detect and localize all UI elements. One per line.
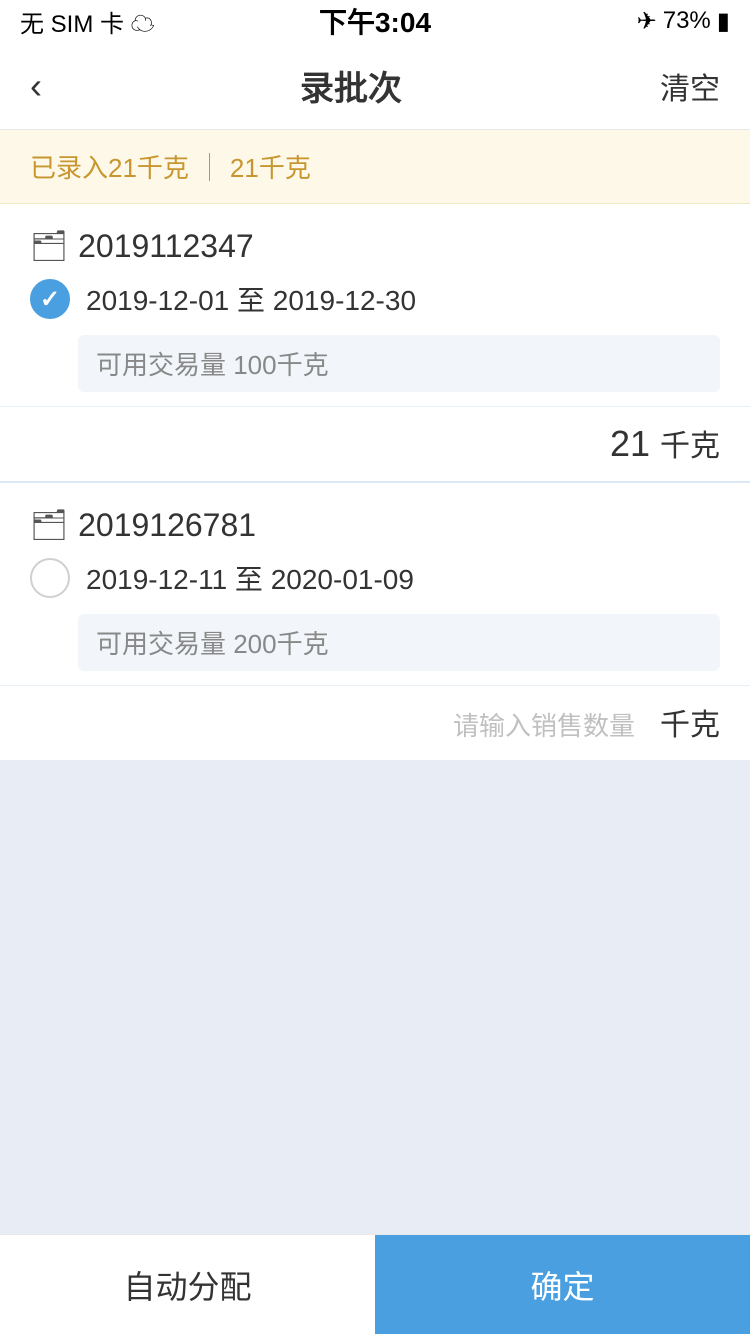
batch-card-1: 🗂 2019112347 2019-12-01 至 2019-12-30 可用交…	[0, 204, 750, 481]
batch-2-quantity-row[interactable]: 千克	[0, 685, 750, 760]
bottom-bar: 自动分配 确定	[0, 1234, 750, 1334]
batch-2-unit: 千克	[660, 700, 720, 744]
batch-1-quantity-row: 21 千克	[0, 406, 750, 481]
summary-value: 21千克	[230, 148, 311, 185]
batch-1-unit: 千克	[660, 421, 720, 465]
summary-bar: 已录入21千克 21千克	[0, 130, 750, 204]
batch-2-header: 🗂 2019126781	[0, 483, 750, 554]
location-icon: ✈	[637, 7, 657, 36]
clear-button[interactable]: 清空	[660, 64, 720, 108]
status-right: ✈ 73% ▮	[637, 7, 730, 36]
batch-2-radio[interactable]	[30, 558, 70, 598]
batch-1-icon: 🗂	[30, 229, 68, 264]
batch-card-2: 🗂 2019126781 2019-12-11 至 2020-01-09 可用交…	[0, 483, 750, 760]
batch-2-available: 可用交易量 200千克	[78, 614, 720, 671]
status-time: 下午3:04	[319, 1, 431, 41]
batch-1-available: 可用交易量 100千克	[78, 335, 720, 392]
batch-2-date: 2019-12-11 至 2020-01-09	[86, 558, 414, 598]
page-title: 录批次	[300, 61, 402, 110]
confirm-button[interactable]: 确定	[375, 1235, 750, 1334]
summary-divider	[209, 153, 210, 181]
status-left: 无 SIM 卡 ☁	[20, 4, 155, 39]
status-bar: 无 SIM 卡 ☁ 下午3:04 ✈ 73% ▮	[0, 0, 750, 42]
battery-icon: ▮	[717, 7, 730, 36]
auto-distribute-button[interactable]: 自动分配	[0, 1235, 375, 1334]
gray-area	[0, 760, 750, 1308]
nav-bar: ‹ 录批次 清空	[0, 42, 750, 130]
batch-1-date: 2019-12-01 至 2019-12-30	[86, 279, 416, 319]
sim-wifi-text: 无 SIM 卡 ☁	[20, 4, 155, 39]
batch-2-icon: 🗂	[30, 508, 68, 543]
back-button[interactable]: ‹	[30, 65, 42, 107]
batch-1-date-row: 2019-12-01 至 2019-12-30	[0, 275, 750, 329]
batch-2-quantity-input[interactable]	[264, 709, 650, 743]
batch-1-radio[interactable]	[30, 279, 70, 319]
batch-1-quantity-value: 21	[610, 423, 650, 465]
content-wrapper: 🗂 2019112347 2019-12-01 至 2019-12-30 可用交…	[0, 204, 750, 1308]
batch-1-number: 2019112347	[78, 228, 254, 265]
battery-text: 73%	[663, 7, 711, 35]
batch-1-header: 🗂 2019112347	[0, 204, 750, 275]
summary-label: 已录入21千克	[30, 148, 189, 185]
batch-2-date-row: 2019-12-11 至 2020-01-09	[0, 554, 750, 608]
batch-2-number: 2019126781	[78, 507, 256, 544]
